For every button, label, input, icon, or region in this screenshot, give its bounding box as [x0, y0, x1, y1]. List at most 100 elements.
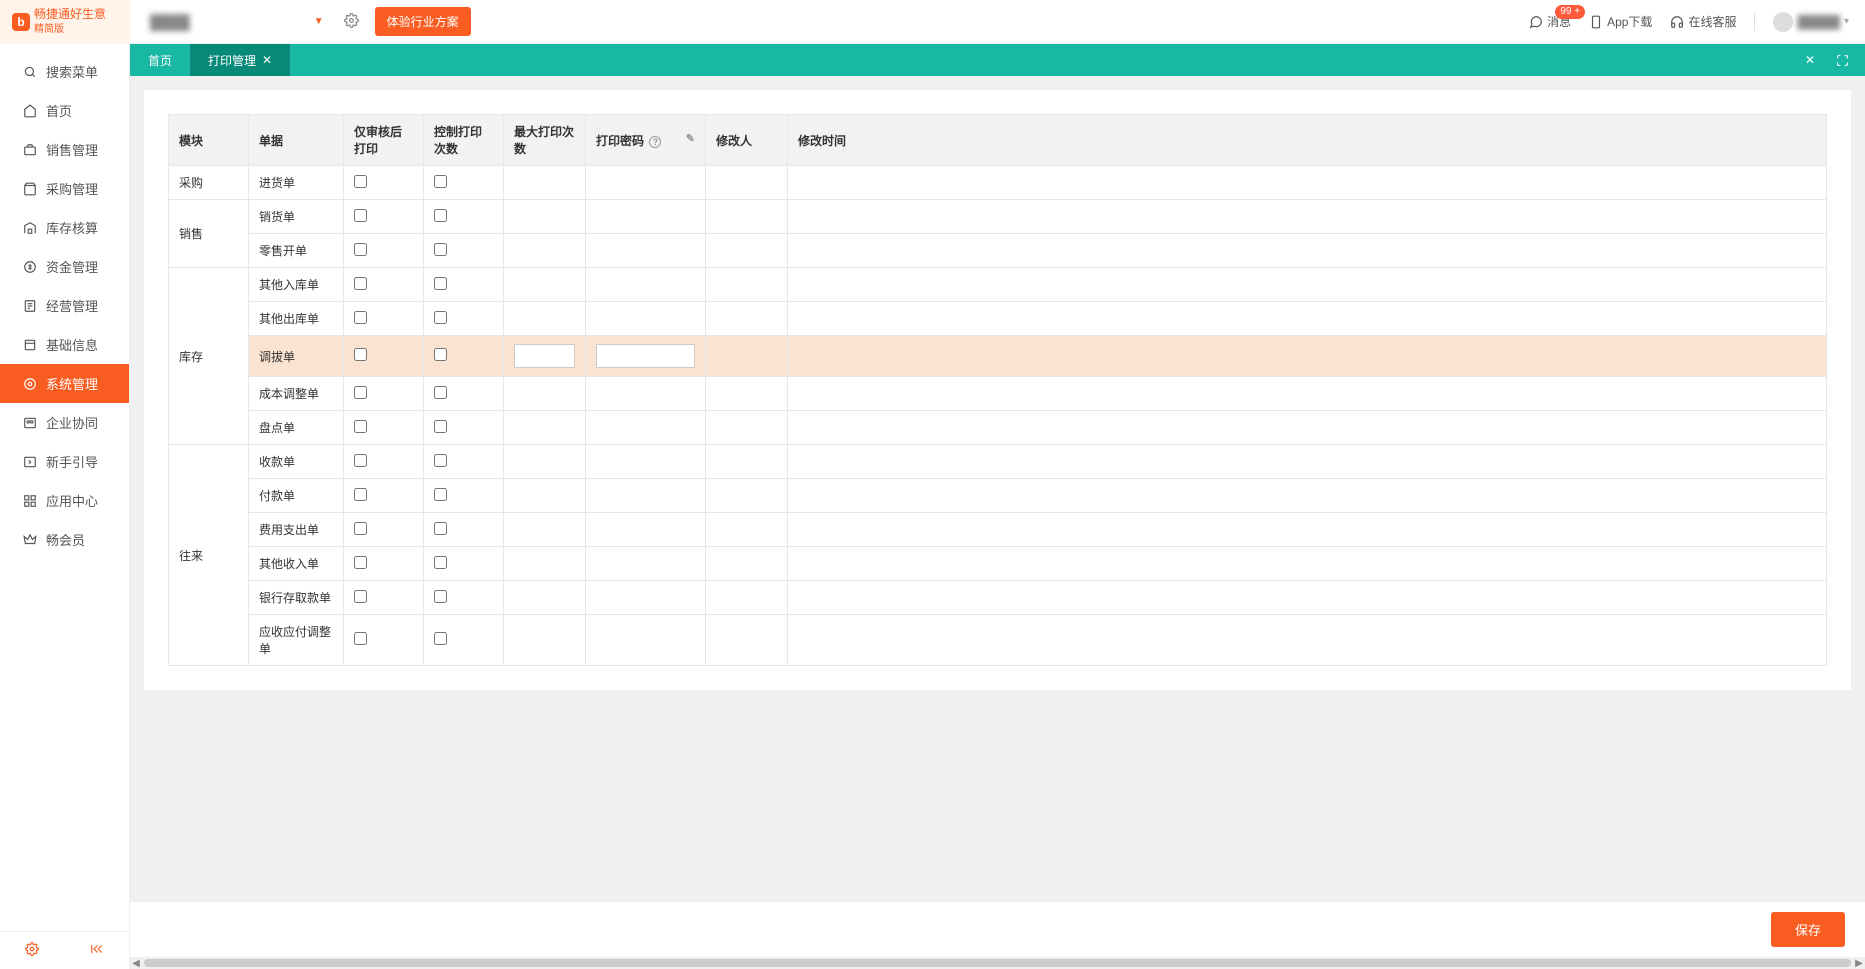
sidebar-item-vip[interactable]: 畅会员	[0, 520, 129, 559]
sidebar-item-purchase[interactable]: 采购管理	[0, 169, 129, 208]
scroll-left-icon[interactable]: ◀	[130, 957, 142, 969]
doc-cell: 其他入库单	[249, 268, 344, 302]
table-row[interactable]: 成本调整单	[169, 377, 1827, 411]
sidebar-item-guide[interactable]: 新手引导	[0, 442, 129, 481]
close-icon[interactable]: ✕	[262, 53, 272, 67]
sidebar-item-base[interactable]: 基础信息	[0, 325, 129, 364]
sidebar-item-report[interactable]: 经营管理	[0, 286, 129, 325]
scroll-right-icon[interactable]: ▶	[1853, 957, 1865, 969]
sidebar-item-appcenter[interactable]: 应用中心	[0, 481, 129, 520]
tab-home[interactable]: 首页	[130, 44, 190, 76]
limit-print-checkbox[interactable]	[434, 386, 447, 399]
limit-print-cell	[424, 336, 504, 377]
limit-print-checkbox[interactable]	[434, 454, 447, 467]
sidebar-item-search[interactable]: 搜索菜单	[0, 52, 129, 91]
tab-print-management[interactable]: 打印管理 ✕	[190, 44, 290, 76]
audit-print-checkbox[interactable]	[354, 311, 367, 324]
audit-print-checkbox[interactable]	[354, 632, 367, 645]
limit-print-checkbox[interactable]	[434, 209, 447, 222]
table-row[interactable]: 库存其他入库单	[169, 268, 1827, 302]
audit-print-checkbox[interactable]	[354, 590, 367, 603]
limit-print-checkbox[interactable]	[434, 175, 447, 188]
footer: 保存	[130, 901, 1865, 957]
audit-print-checkbox[interactable]	[354, 522, 367, 535]
user-menu[interactable]: █████ ▾	[1773, 12, 1849, 32]
print-pwd-cell	[586, 302, 706, 336]
collapse-button[interactable]	[65, 932, 130, 969]
table-row[interactable]: 往来收款单	[169, 445, 1827, 479]
limit-print-checkbox[interactable]	[434, 522, 447, 535]
sidebar-item-home[interactable]: 首页	[0, 91, 129, 130]
modify-time-cell	[788, 377, 1827, 411]
message-button[interactable]: 消息 99 +	[1529, 13, 1571, 30]
limit-print-checkbox[interactable]	[434, 632, 447, 645]
table-row[interactable]: 销售销货单	[169, 200, 1827, 234]
online-service-button[interactable]: 在线客服	[1670, 13, 1736, 30]
modify-time-cell	[788, 200, 1827, 234]
top-header: b 畅捷通好生意 精简版 ████ ▼ 体验行业方案 消息 99 + App下载…	[0, 0, 1865, 44]
audit-print-checkbox[interactable]	[354, 175, 367, 188]
table-row[interactable]: 银行存取款单	[169, 581, 1827, 615]
limit-print-checkbox[interactable]	[434, 277, 447, 290]
help-icon[interactable]: ?	[649, 136, 661, 148]
sales-icon	[22, 142, 38, 158]
audit-print-cell	[344, 377, 424, 411]
sidebar-item-finance[interactable]: 资金管理	[0, 247, 129, 286]
tenant-selector[interactable]: ████ ▼	[130, 14, 324, 30]
col-limit-print: 控制打印次数	[424, 115, 504, 166]
audit-print-checkbox[interactable]	[354, 556, 367, 569]
table-row[interactable]: 零售开单	[169, 234, 1827, 268]
col-modifier: 修改人	[706, 115, 788, 166]
vip-icon	[22, 532, 38, 548]
table-row[interactable]: 调拔单	[169, 336, 1827, 377]
sidebar-item-stock[interactable]: 库存核算	[0, 208, 129, 247]
cta-button[interactable]: 体验行业方案	[375, 7, 471, 36]
sidebar-item-coop[interactable]: 企业协同	[0, 403, 129, 442]
audit-print-checkbox[interactable]	[354, 420, 367, 433]
sidebar-item-label: 基础信息	[46, 335, 98, 354]
gear-icon[interactable]	[344, 13, 359, 31]
finance-icon	[22, 259, 38, 275]
table-row[interactable]: 盘点单	[169, 411, 1827, 445]
audit-print-checkbox[interactable]	[354, 386, 367, 399]
audit-print-checkbox[interactable]	[354, 454, 367, 467]
doc-cell: 应收应付调整单	[249, 615, 344, 666]
modifier-cell	[706, 234, 788, 268]
settings-button[interactable]	[0, 932, 65, 969]
table-row[interactable]: 采购进货单	[169, 166, 1827, 200]
limit-print-checkbox[interactable]	[434, 488, 447, 501]
table-row[interactable]: 费用支出单	[169, 513, 1827, 547]
table-row[interactable]: 付款单	[169, 479, 1827, 513]
max-print-input[interactable]	[514, 344, 575, 368]
app-download-button[interactable]: App下载	[1589, 13, 1652, 30]
tenant-name: ████	[150, 14, 310, 30]
table-row[interactable]: 其他收入单	[169, 547, 1827, 581]
modifier-cell	[706, 479, 788, 513]
audit-print-checkbox[interactable]	[354, 348, 367, 361]
limit-print-checkbox[interactable]	[434, 243, 447, 256]
sidebar-item-system[interactable]: 系统管理	[0, 364, 129, 403]
limit-print-checkbox[interactable]	[434, 420, 447, 433]
audit-print-checkbox[interactable]	[354, 277, 367, 290]
table-row[interactable]: 其他出库单	[169, 302, 1827, 336]
limit-print-checkbox[interactable]	[434, 590, 447, 603]
scrollbar-thumb[interactable]	[144, 959, 1851, 967]
logo-area[interactable]: b 畅捷通好生意 精简版	[0, 0, 130, 44]
print-pwd-input[interactable]	[596, 344, 695, 368]
edit-icon[interactable]: ✎	[686, 132, 695, 145]
layout: 搜索菜单首页销售管理采购管理库存核算资金管理经营管理基础信息系统管理企业协同新手…	[0, 44, 1865, 969]
save-button[interactable]: 保存	[1771, 912, 1845, 947]
fullscreen-icon[interactable]	[1833, 51, 1851, 69]
horizontal-scrollbar[interactable]: ◀ ▶	[130, 957, 1865, 969]
audit-print-checkbox[interactable]	[354, 209, 367, 222]
sidebar-item-sales[interactable]: 销售管理	[0, 130, 129, 169]
purchase-icon	[22, 181, 38, 197]
close-all-icon[interactable]: ✕	[1801, 51, 1819, 69]
limit-print-checkbox[interactable]	[434, 311, 447, 324]
audit-print-checkbox[interactable]	[354, 243, 367, 256]
col-max-print: 最大打印次数	[504, 115, 586, 166]
table-row[interactable]: 应收应付调整单	[169, 615, 1827, 666]
limit-print-checkbox[interactable]	[434, 348, 447, 361]
audit-print-checkbox[interactable]	[354, 488, 367, 501]
limit-print-checkbox[interactable]	[434, 556, 447, 569]
